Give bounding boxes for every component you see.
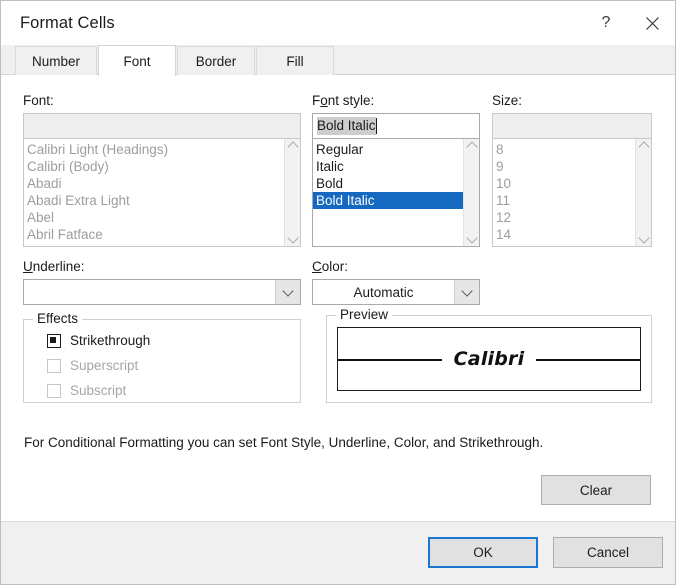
chevron-down-icon[interactable]: [288, 234, 298, 244]
text-cursor: [375, 118, 377, 134]
superscript-label: Superscript: [70, 358, 139, 373]
chevron-down-icon[interactable]: [467, 234, 477, 244]
close-button[interactable]: [629, 1, 675, 45]
font-name-list[interactable]: Calibri Light (Headings) Calibri (Body) …: [23, 139, 301, 247]
underline-label-rest: nderline:: [32, 259, 85, 274]
list-item[interactable]: Regular: [313, 141, 463, 158]
chevron-down-icon[interactable]: [639, 234, 649, 244]
underline-label: Underline:: [23, 259, 85, 274]
superscript-checkbox: [47, 358, 61, 373]
effects-group-title: Effects: [33, 311, 83, 326]
color-label-accel: C: [312, 259, 322, 274]
tab-font[interactable]: Font: [98, 45, 177, 76]
help-button[interactable]: ?: [583, 1, 629, 45]
preview-box: Calibri: [337, 327, 641, 391]
list-item[interactable]: 9: [493, 158, 635, 175]
color-label-rest: olor:: [321, 259, 349, 274]
font-tab-panel: Font: Calibri Light (Headings) Calibri (…: [1, 75, 675, 521]
list-item[interactable]: Abel: [24, 209, 284, 226]
strikethrough-checkbox-row[interactable]: Strikethrough: [47, 333, 150, 348]
chevron-down-icon: [462, 287, 472, 297]
preview-group-title: Preview: [336, 307, 393, 322]
list-item[interactable]: Italic: [313, 158, 463, 175]
font-style-list[interactable]: Regular Italic Bold Bold Italic: [312, 139, 480, 247]
preview-sample-text: Calibri: [453, 348, 525, 370]
chevron-up-icon[interactable]: [639, 141, 649, 151]
tab-fill-label: Fill: [286, 53, 304, 69]
underline-label-accel: U: [23, 259, 33, 274]
question-mark-icon: ?: [601, 14, 611, 31]
font-name-list-items: Calibri Light (Headings) Calibri (Body) …: [24, 139, 284, 246]
color-label: Color:: [312, 259, 348, 274]
ok-button-label: OK: [473, 545, 493, 560]
color-dropdown-arrow[interactable]: [454, 280, 479, 304]
font-style-list-items: Regular Italic Bold Bold Italic: [313, 139, 463, 246]
superscript-checkbox-row: Superscript: [47, 358, 138, 373]
tab-number-label: Number: [32, 53, 81, 69]
font-name-input[interactable]: [23, 113, 301, 139]
tab-number[interactable]: Number: [15, 46, 98, 75]
list-item[interactable]: Calibri (Body): [24, 158, 284, 175]
list-item[interactable]: Calibri Light (Headings): [24, 141, 284, 158]
list-item[interactable]: Abadi Extra Light: [24, 192, 284, 209]
font-style-label-suffix: nt style:: [327, 93, 375, 108]
dialog-command-bar: OK Cancel: [1, 521, 675, 584]
color-dropdown[interactable]: Automatic: [312, 279, 480, 305]
size-list[interactable]: 8 9 10 11 12 14: [492, 139, 652, 247]
cancel-button[interactable]: Cancel: [553, 537, 663, 568]
list-item[interactable]: Bold: [313, 175, 463, 192]
list-item[interactable]: Abril Fatface: [24, 226, 284, 243]
tab-border-label: Border: [195, 53, 237, 69]
font-style-list-scrollbar[interactable]: [463, 139, 479, 246]
list-item[interactable]: 10: [493, 175, 635, 192]
ok-button[interactable]: OK: [428, 537, 538, 568]
subscript-checkbox: [47, 383, 61, 398]
tab-border[interactable]: Border: [177, 46, 256, 75]
font-style-input[interactable]: Bold Italic: [312, 113, 480, 139]
color-value: Automatic: [353, 284, 414, 300]
dialog-title: Format Cells: [20, 13, 115, 32]
chevron-up-icon[interactable]: [467, 141, 477, 151]
clear-button-label: Clear: [579, 482, 613, 498]
size-label: Size:: [492, 93, 523, 108]
strikethrough-checkbox[interactable]: [47, 333, 61, 348]
titlebar-buttons: ?: [583, 1, 675, 45]
font-style-value: Bold Italic: [317, 117, 376, 135]
strikethrough-label: Strikethrough: [70, 333, 151, 348]
underline-dropdown[interactable]: [23, 279, 301, 305]
close-icon: [645, 16, 659, 30]
tab-fill[interactable]: Fill: [256, 46, 335, 75]
clear-button[interactable]: Clear: [541, 475, 651, 505]
list-item[interactable]: Abadi: [24, 175, 284, 192]
font-style-label-accel: o: [320, 93, 328, 108]
list-item[interactable]: 12: [493, 209, 635, 226]
conditional-formatting-note: For Conditional Formatting you can set F…: [24, 435, 544, 450]
tab-strip: Number Font Border Fill: [1, 45, 675, 76]
list-item[interactable]: 8: [493, 141, 635, 158]
font-style-label: Font style:: [312, 93, 374, 108]
tab-font-label: Font: [123, 53, 151, 69]
list-item[interactable]: 14: [493, 226, 635, 243]
list-item[interactable]: 11: [493, 192, 635, 209]
chevron-up-icon[interactable]: [288, 141, 298, 151]
list-item-selected[interactable]: Bold Italic: [313, 192, 463, 209]
subscript-label: Subscript: [70, 383, 127, 398]
size-list-scrollbar[interactable]: [635, 139, 651, 246]
format-cells-dialog: Format Cells ? Number Font Border Fill F…: [0, 0, 676, 585]
underline-dropdown-arrow[interactable]: [275, 280, 300, 304]
subscript-checkbox-row: Subscript: [47, 383, 126, 398]
dialog-titlebar: Format Cells ?: [1, 1, 675, 45]
cancel-button-label: Cancel: [586, 545, 630, 560]
font-label: Font:: [23, 93, 54, 108]
font-style-label-prefix: F: [312, 93, 321, 108]
chevron-down-icon: [283, 287, 293, 297]
size-list-items: 8 9 10 11 12 14: [493, 139, 635, 246]
size-input[interactable]: [492, 113, 652, 139]
font-name-list-scrollbar[interactable]: [284, 139, 300, 246]
